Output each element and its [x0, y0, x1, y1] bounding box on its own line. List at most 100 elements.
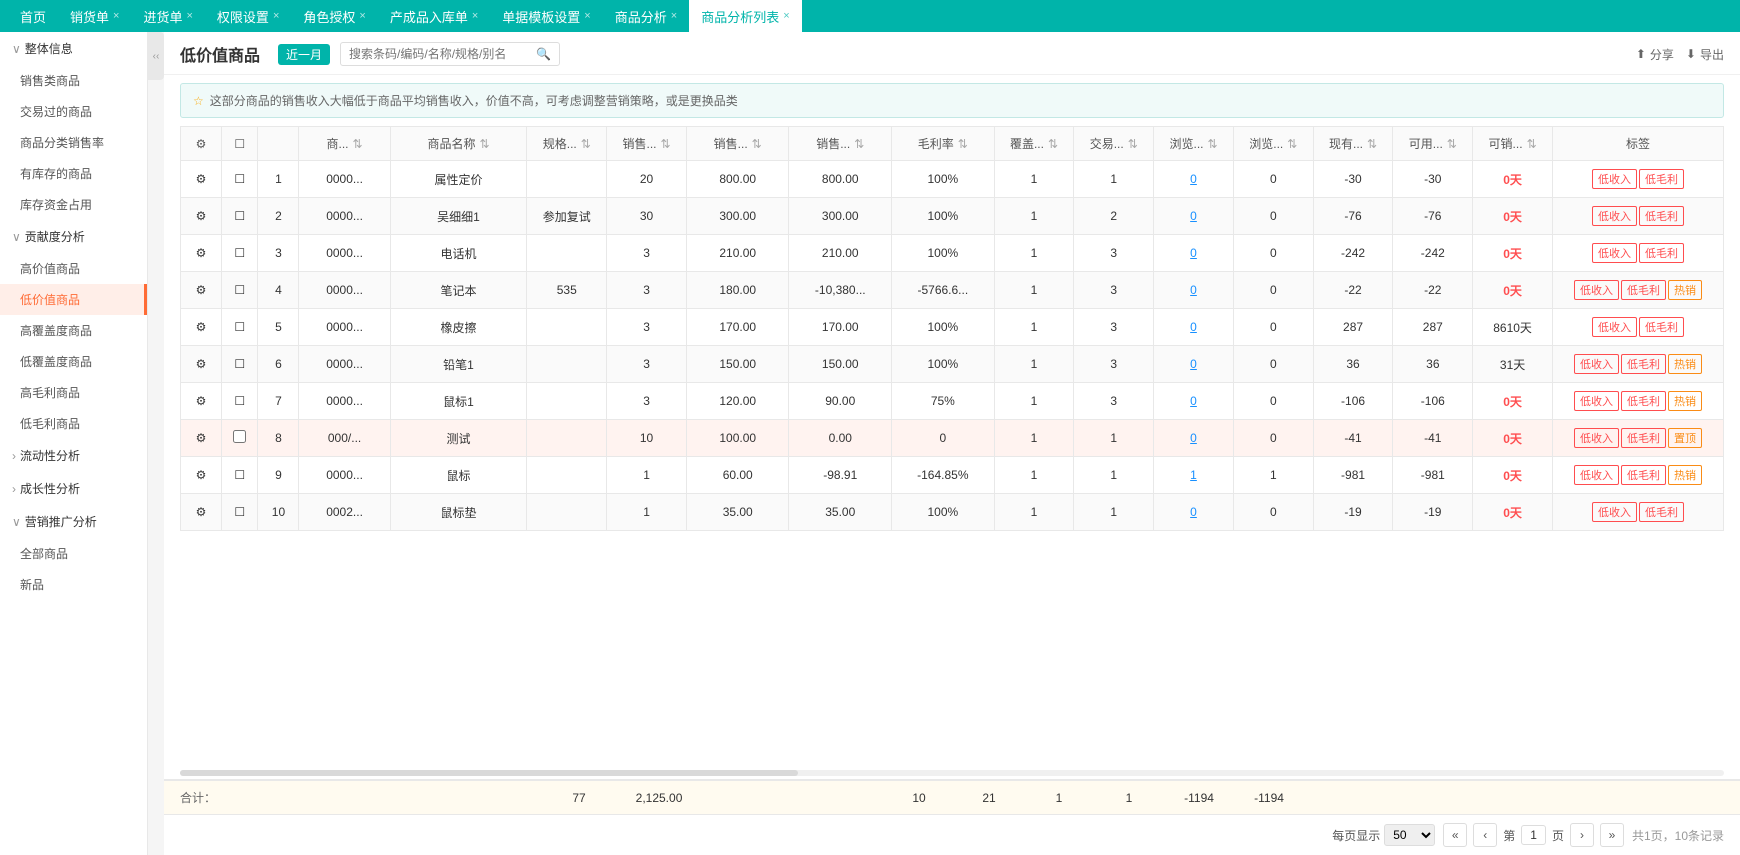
nav-close-icon[interactable]: × — [783, 10, 789, 22]
nav-close-icon[interactable]: × — [472, 10, 478, 22]
col-spec[interactable]: 规格...⇅ — [527, 127, 607, 161]
nav-close-icon[interactable]: × — [359, 10, 365, 22]
row-settings[interactable]: ⚙ — [181, 346, 222, 383]
row-settings[interactable]: ⚙ — [181, 198, 222, 235]
row-checkbox[interactable]: ☐ — [222, 309, 258, 346]
col-sale-profit[interactable]: 销售...⇅ — [789, 127, 892, 161]
sidebar-group-marketing[interactable]: ∨ 营销推广分析 — [0, 505, 147, 538]
row-checkbox[interactable]: ☐ — [222, 457, 258, 494]
row-views1[interactable]: 0 — [1154, 272, 1234, 309]
col-name[interactable]: 商品名称⇅ — [390, 127, 527, 161]
sidebar-item-capital[interactable]: 库存资金占用 — [0, 189, 147, 220]
nav-close-icon[interactable]: × — [584, 10, 590, 22]
row-checkbox[interactable]: ☐ — [222, 383, 258, 420]
sidebar-item-category-rate[interactable]: 商品分类销售率 — [0, 127, 147, 158]
nav-product-entry[interactable]: 产成品入库单 × — [378, 0, 490, 32]
col-sale-amount[interactable]: 销售...⇅ — [686, 127, 789, 161]
row-views1[interactable]: 0 — [1154, 494, 1234, 531]
horizontal-scrollbar[interactable] — [164, 767, 1740, 779]
row-settings[interactable]: ⚙ — [181, 457, 222, 494]
col-coverage[interactable]: 覆盖...⇅ — [994, 127, 1074, 161]
page-size-select[interactable]: 20 50 100 — [1384, 824, 1435, 846]
sidebar-item-sales-products[interactable]: 销售类商品 — [0, 65, 147, 96]
nav-product-analysis-list[interactable]: 商品分析列表 × — [689, 0, 801, 32]
col-available[interactable]: 可用...⇅ — [1393, 127, 1473, 161]
row-views1[interactable]: 0 — [1154, 383, 1234, 420]
search-box[interactable]: 🔍 — [340, 42, 560, 66]
sidebar-group-overall[interactable]: ∨ 整体信息 — [0, 32, 147, 65]
row-views1[interactable]: 0 — [1154, 198, 1234, 235]
next-page-button[interactable]: › — [1570, 823, 1594, 847]
col-settings[interactable]: ⚙ — [181, 127, 222, 161]
sidebar-group-growth[interactable]: › 成长性分析 — [0, 472, 147, 505]
nav-close-icon[interactable]: × — [113, 10, 119, 22]
col-gross-rate[interactable]: 毛利率⇅ — [892, 127, 995, 161]
nav-close-icon[interactable]: × — [671, 10, 677, 22]
row-settings[interactable]: ⚙ — [181, 272, 222, 309]
sidebar-collapse-button[interactable]: ‹‹ — [148, 32, 164, 80]
row-settings[interactable]: ⚙ — [181, 235, 222, 272]
sidebar-item-low-value[interactable]: 低价值商品 — [0, 284, 147, 315]
views-link[interactable]: 0 — [1190, 246, 1197, 260]
sidebar-item-high-coverage[interactable]: 高覆盖度商品 — [0, 315, 147, 346]
row-views1[interactable]: 0 — [1154, 235, 1234, 272]
row-checkbox[interactable]: ☐ — [222, 161, 258, 198]
col-sale-qty[interactable]: 销售...⇅ — [607, 127, 687, 161]
nav-roles[interactable]: 角色授权 × — [291, 0, 377, 32]
prev-page-button[interactable]: ‹ — [1473, 823, 1497, 847]
row-settings[interactable]: ⚙ — [181, 420, 222, 457]
views-link[interactable]: 0 — [1190, 505, 1197, 519]
col-views2[interactable]: 浏览...⇅ — [1233, 127, 1313, 161]
row-checkbox[interactable]: ☐ — [222, 272, 258, 309]
share-button[interactable]: ⬆ 分享 — [1636, 46, 1674, 63]
views-link[interactable]: 0 — [1190, 320, 1197, 334]
col-code[interactable]: 商...⇅ — [299, 127, 390, 161]
sidebar-item-high-value[interactable]: 高价值商品 — [0, 253, 147, 284]
row-settings[interactable]: ⚙ — [181, 383, 222, 420]
first-page-button[interactable]: « — [1443, 823, 1467, 847]
search-input[interactable] — [349, 47, 536, 61]
views-link[interactable]: 0 — [1190, 283, 1197, 297]
nav-product-analysis[interactable]: 商品分析 × — [603, 0, 689, 32]
views-link[interactable]: 0 — [1190, 431, 1197, 445]
row-checkbox[interactable]: ☐ — [222, 198, 258, 235]
sidebar-group-contribution[interactable]: ∨ 贡献度分析 — [0, 220, 147, 253]
row-checkbox[interactable]: ☐ — [222, 346, 258, 383]
row-views1[interactable]: 0 — [1154, 161, 1234, 198]
sidebar-item-stock-products[interactable]: 有库存的商品 — [0, 158, 147, 189]
col-trade[interactable]: 交易...⇅ — [1074, 127, 1154, 161]
nav-close-icon[interactable]: × — [273, 10, 279, 22]
row-settings[interactable]: ⚙ — [181, 309, 222, 346]
nav-home[interactable]: 首页 — [8, 0, 58, 32]
nav-purchase[interactable]: 进货单 × — [131, 0, 204, 32]
sidebar-group-liquidity[interactable]: › 流动性分析 — [0, 439, 147, 472]
sidebar-item-all-products[interactable]: 全部商品 — [0, 538, 147, 569]
sidebar-item-traded-products[interactable]: 交易过的商品 — [0, 96, 147, 127]
row-checkbox[interactable]: ☐ — [222, 235, 258, 272]
row-settings[interactable]: ⚙ — [181, 494, 222, 531]
nav-template-settings[interactable]: 单据模板设置 × — [490, 0, 602, 32]
views-link[interactable]: 0 — [1190, 172, 1197, 186]
col-views1[interactable]: 浏览...⇅ — [1154, 127, 1234, 161]
sidebar-item-low-coverage[interactable]: 低覆盖度商品 — [0, 346, 147, 377]
row-views1[interactable]: 1 — [1154, 457, 1234, 494]
search-icon[interactable]: 🔍 — [536, 47, 551, 61]
col-saleable[interactable]: 可销...⇅ — [1473, 127, 1553, 161]
col-checkbox[interactable]: ☐ — [222, 127, 258, 161]
sidebar-item-high-margin[interactable]: 高毛利商品 — [0, 377, 147, 408]
export-button[interactable]: ⬇ 导出 — [1686, 46, 1724, 63]
row-views1[interactable]: 0 — [1154, 309, 1234, 346]
col-stock[interactable]: 现有...⇅ — [1313, 127, 1393, 161]
sidebar-item-low-margin[interactable]: 低毛利商品 — [0, 408, 147, 439]
row-checkbox[interactable]: ☐ — [222, 494, 258, 531]
views-link[interactable]: 0 — [1190, 357, 1197, 371]
row-settings[interactable]: ⚙ — [181, 161, 222, 198]
views-link[interactable]: 0 — [1190, 209, 1197, 223]
views-link[interactable]: 1 — [1190, 468, 1197, 482]
row-views1[interactable]: 0 — [1154, 346, 1234, 383]
filter-tag-recent-month[interactable]: 近一月 — [278, 44, 330, 65]
nav-permissions[interactable]: 权限设置 × — [205, 0, 291, 32]
row-views1[interactable]: 0 — [1154, 420, 1234, 457]
sidebar-item-new-products[interactable]: 新品 — [0, 569, 147, 600]
nav-close-icon[interactable]: × — [186, 10, 192, 22]
